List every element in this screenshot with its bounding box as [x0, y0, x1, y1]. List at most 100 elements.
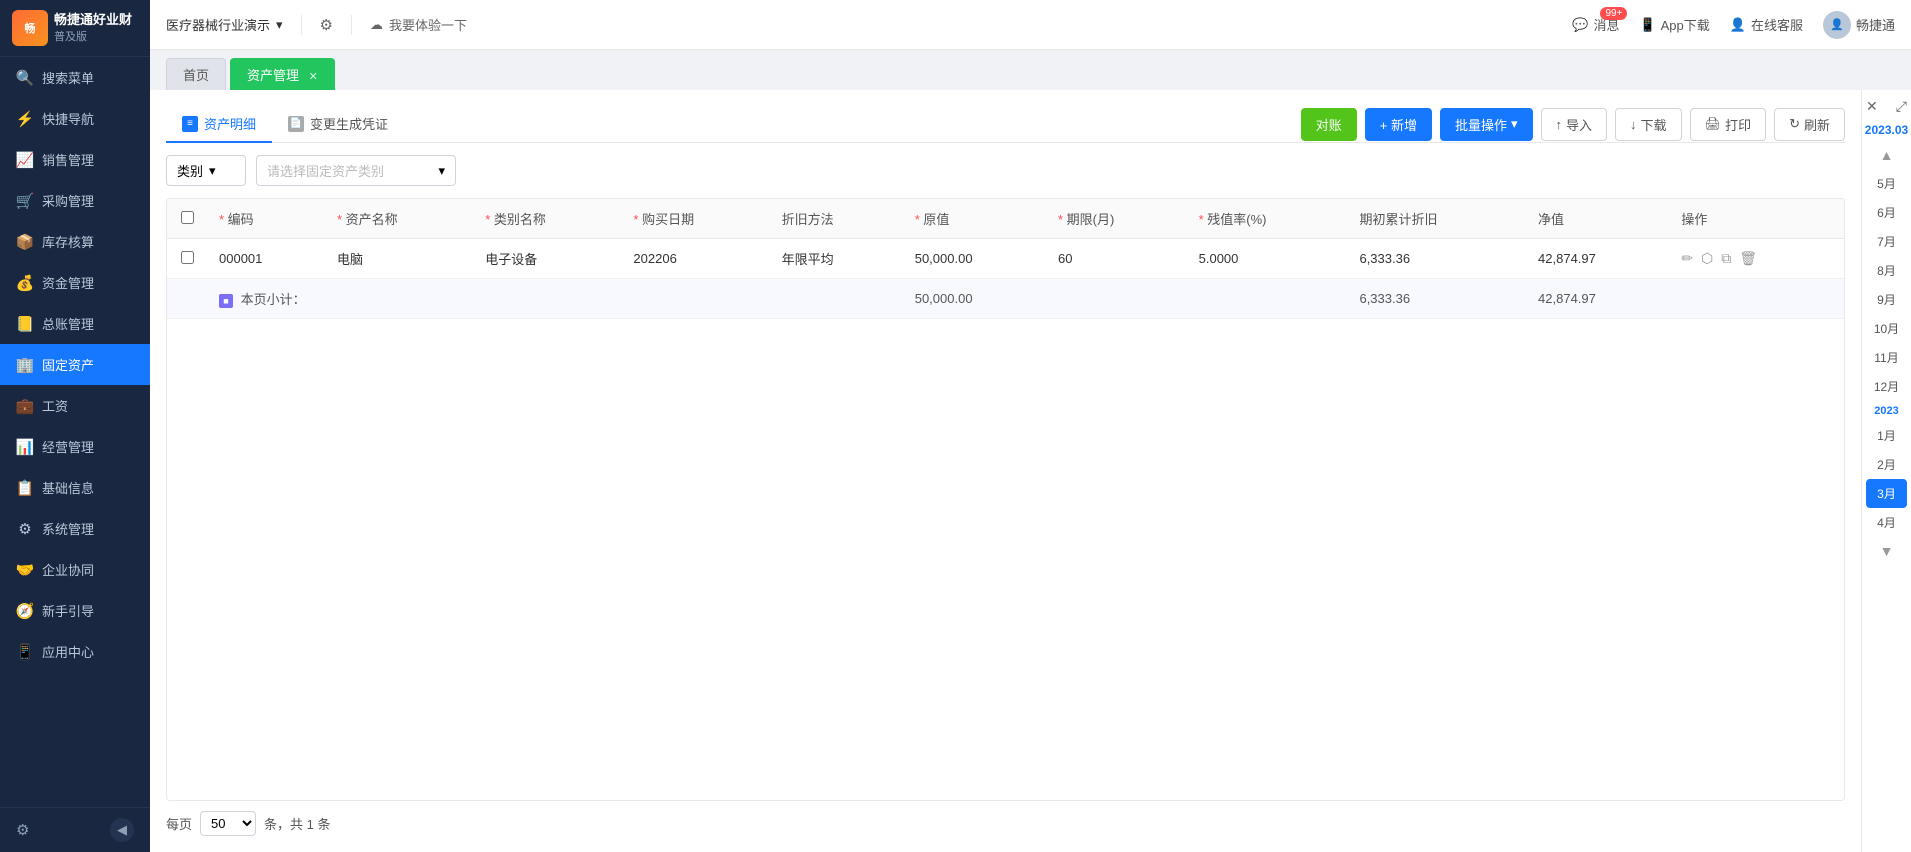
- reconcile-label: 对账: [1316, 115, 1342, 134]
- tab-home[interactable]: 首页: [166, 58, 226, 90]
- guide-icon: 🧭: [16, 602, 34, 620]
- sidebar-item-sales[interactable]: 📈 销售管理: [0, 139, 150, 180]
- fixed-assets-icon: 🏢: [16, 356, 34, 374]
- row-checkbox[interactable]: [181, 251, 194, 264]
- month-item-8[interactable]: 8月: [1862, 256, 1911, 285]
- tab-asset-management-label: 资产管理: [247, 68, 299, 83]
- service-icon: 👤: [1730, 17, 1746, 33]
- funds-icon: 💰: [16, 274, 34, 292]
- logo-text-wrap: 畅捷通好业财 普及版: [54, 12, 132, 45]
- category-type-select[interactable]: 类别 ▾: [166, 155, 246, 186]
- username-label: 畅捷通: [1856, 15, 1895, 34]
- sidebar-item-search[interactable]: 🔍 搜索菜单: [0, 57, 150, 98]
- subtotal-icon: ■: [219, 294, 233, 308]
- month-item-9[interactable]: 9月: [1862, 285, 1911, 314]
- year2-label: 2023: [1874, 401, 1898, 421]
- sidebar-item-operations[interactable]: 📊 经营管理: [0, 426, 150, 467]
- new-btn[interactable]: + 新增: [1365, 108, 1432, 141]
- app-download-btn[interactable]: 📱 App下载: [1639, 15, 1709, 34]
- sidebar-item-guide[interactable]: 🧭 新手引导: [0, 590, 150, 631]
- subtotal-initial-depreciation: 6,333.36: [1347, 279, 1526, 319]
- delete-icon[interactable]: 🗑: [1739, 250, 1757, 267]
- month-item-10[interactable]: 10月: [1862, 314, 1911, 343]
- settings-bottom-icon[interactable]: ⚙: [16, 821, 29, 839]
- sidebar-item-quick-nav[interactable]: ⚡ 快捷导航: [0, 98, 150, 139]
- sidebar-item-inventory[interactable]: 📦 库存核算: [0, 221, 150, 262]
- per-page-select[interactable]: 50 10 20 100: [200, 811, 256, 836]
- sidebar-bottom: ⚙ ◀: [0, 807, 150, 852]
- select-all-checkbox[interactable]: [181, 211, 194, 224]
- settings-icon[interactable]: ⚙: [320, 16, 333, 34]
- online-service-btn[interactable]: 👤 在线客服: [1730, 15, 1803, 34]
- edit-icon[interactable]: ✏: [1681, 250, 1693, 267]
- month-item-4[interactable]: 4月: [1862, 508, 1911, 537]
- sub-tab-asset-detail[interactable]: ≡ 资产明细: [166, 106, 272, 143]
- th-initial-depreciation: 期初累计折旧: [1347, 199, 1526, 239]
- company-selector[interactable]: 医疗器械行业演示 ▾: [166, 15, 283, 34]
- subtotal-empty-action: [1669, 279, 1844, 319]
- topbar-right: 💬 消息 99+ 📱 App下载 👤 在线客服 👤 畅捷通: [1572, 11, 1895, 39]
- user-menu-btn[interactable]: 👤 畅捷通: [1823, 11, 1895, 39]
- month-item-11[interactable]: 11月: [1862, 343, 1911, 372]
- download-btn[interactable]: ↓ 下载: [1615, 108, 1682, 141]
- sidebar-item-funds[interactable]: 💰 资金管理: [0, 262, 150, 303]
- reconcile-btn[interactable]: 对账: [1301, 108, 1357, 141]
- sidebar-label-fixed-assets: 固定资产: [42, 355, 94, 374]
- logo-icon: 畅: [12, 10, 48, 46]
- online-service-label: 在线客服: [1751, 15, 1803, 34]
- batch-btn[interactable]: 批量操作 ▾: [1440, 108, 1533, 141]
- payroll-icon: 💼: [16, 397, 34, 415]
- scroll-up-btn[interactable]: ▲: [1875, 143, 1899, 167]
- sidebar-item-system[interactable]: ⚙ 系统管理: [0, 508, 150, 549]
- system-icon: ⚙: [16, 520, 34, 538]
- th-checkbox: [167, 199, 207, 239]
- copy-icon[interactable]: ⬡: [1701, 250, 1713, 267]
- print-icon: 🖨: [1705, 116, 1722, 132]
- print-btn[interactable]: 🖨 打印: [1690, 108, 1767, 141]
- sidebar-item-app-center[interactable]: 📱 应用中心: [0, 631, 150, 672]
- message-btn[interactable]: 💬 消息 99+: [1572, 15, 1619, 34]
- scroll-down-btn[interactable]: ▼: [1875, 539, 1899, 563]
- sub-tab-voucher[interactable]: 📄 变更生成凭证: [272, 106, 404, 143]
- new-label: + 新增: [1380, 115, 1417, 134]
- sidebar-label-payroll: 工资: [42, 396, 68, 415]
- th-depreciation-method: 折旧方法: [770, 199, 903, 239]
- search-icon: 🔍: [16, 69, 34, 87]
- experience-btn[interactable]: ☁ 我要体验一下: [370, 15, 467, 34]
- month-item-7[interactable]: 7月: [1862, 227, 1911, 256]
- month-item-2[interactable]: 2月: [1862, 450, 1911, 479]
- content-area: ≡ 资产明细 📄 变更生成凭证 对账 + 新增 批量操作 ▾: [150, 90, 1911, 852]
- subtotal-empty-checkbox: [167, 279, 207, 319]
- refresh-btn[interactable]: ↻ 刷新: [1774, 108, 1845, 141]
- tab-close-icon[interactable]: ✕: [309, 71, 318, 83]
- experience-label: 我要体验一下: [389, 15, 467, 34]
- td-purchase-date: 202206: [621, 239, 769, 279]
- company-name: 医疗器械行业演示: [166, 15, 270, 34]
- sidebar-item-purchase[interactable]: 🛒 采购管理: [0, 180, 150, 221]
- td-category: 电子设备: [473, 239, 621, 279]
- month-item-12[interactable]: 12月: [1862, 372, 1911, 401]
- sidebar-collapse-btn[interactable]: ◀: [110, 818, 134, 842]
- tab-asset-management[interactable]: 资产管理 ✕: [230, 58, 335, 90]
- sidebar-item-enterprise[interactable]: 🤝 企业协同: [0, 549, 150, 590]
- general-ledger-icon: 📒: [16, 315, 34, 333]
- panel-expand-btn[interactable]: ⤢: [1896, 98, 1907, 115]
- month-item-3[interactable]: 3月: [1866, 479, 1907, 508]
- cloud-icon: ☁: [370, 17, 383, 33]
- panel-close-btn[interactable]: ✕: [1866, 98, 1878, 115]
- sidebar-item-general-ledger[interactable]: 📒 总账管理: [0, 303, 150, 344]
- import-btn[interactable]: ↑ 导入: [1541, 108, 1608, 141]
- sidebar-label-inventory: 库存核算: [42, 232, 94, 251]
- sidebar-item-payroll[interactable]: 💼 工资: [0, 385, 150, 426]
- td-period-months: 60: [1046, 239, 1187, 279]
- th-action: 操作: [1669, 199, 1844, 239]
- category-select[interactable]: 请选择固定资产类别 ▾: [256, 155, 456, 186]
- month-item-1[interactable]: 1月: [1862, 421, 1911, 450]
- td-initial-depreciation: 6,333.36: [1347, 239, 1526, 279]
- sidebar-item-basic-info[interactable]: 📋 基础信息: [0, 467, 150, 508]
- duplicate-icon[interactable]: ⧉: [1721, 250, 1731, 267]
- month-item-5[interactable]: 5月: [1862, 169, 1911, 198]
- asset-table-wrap: 编码 资产名称 类别名称 购买日期 折旧方法 原值 期限(月) 残值率(%) 期…: [166, 198, 1845, 801]
- month-item-6[interactable]: 6月: [1862, 198, 1911, 227]
- sidebar-item-fixed-assets[interactable]: 🏢 固定资产: [0, 344, 150, 385]
